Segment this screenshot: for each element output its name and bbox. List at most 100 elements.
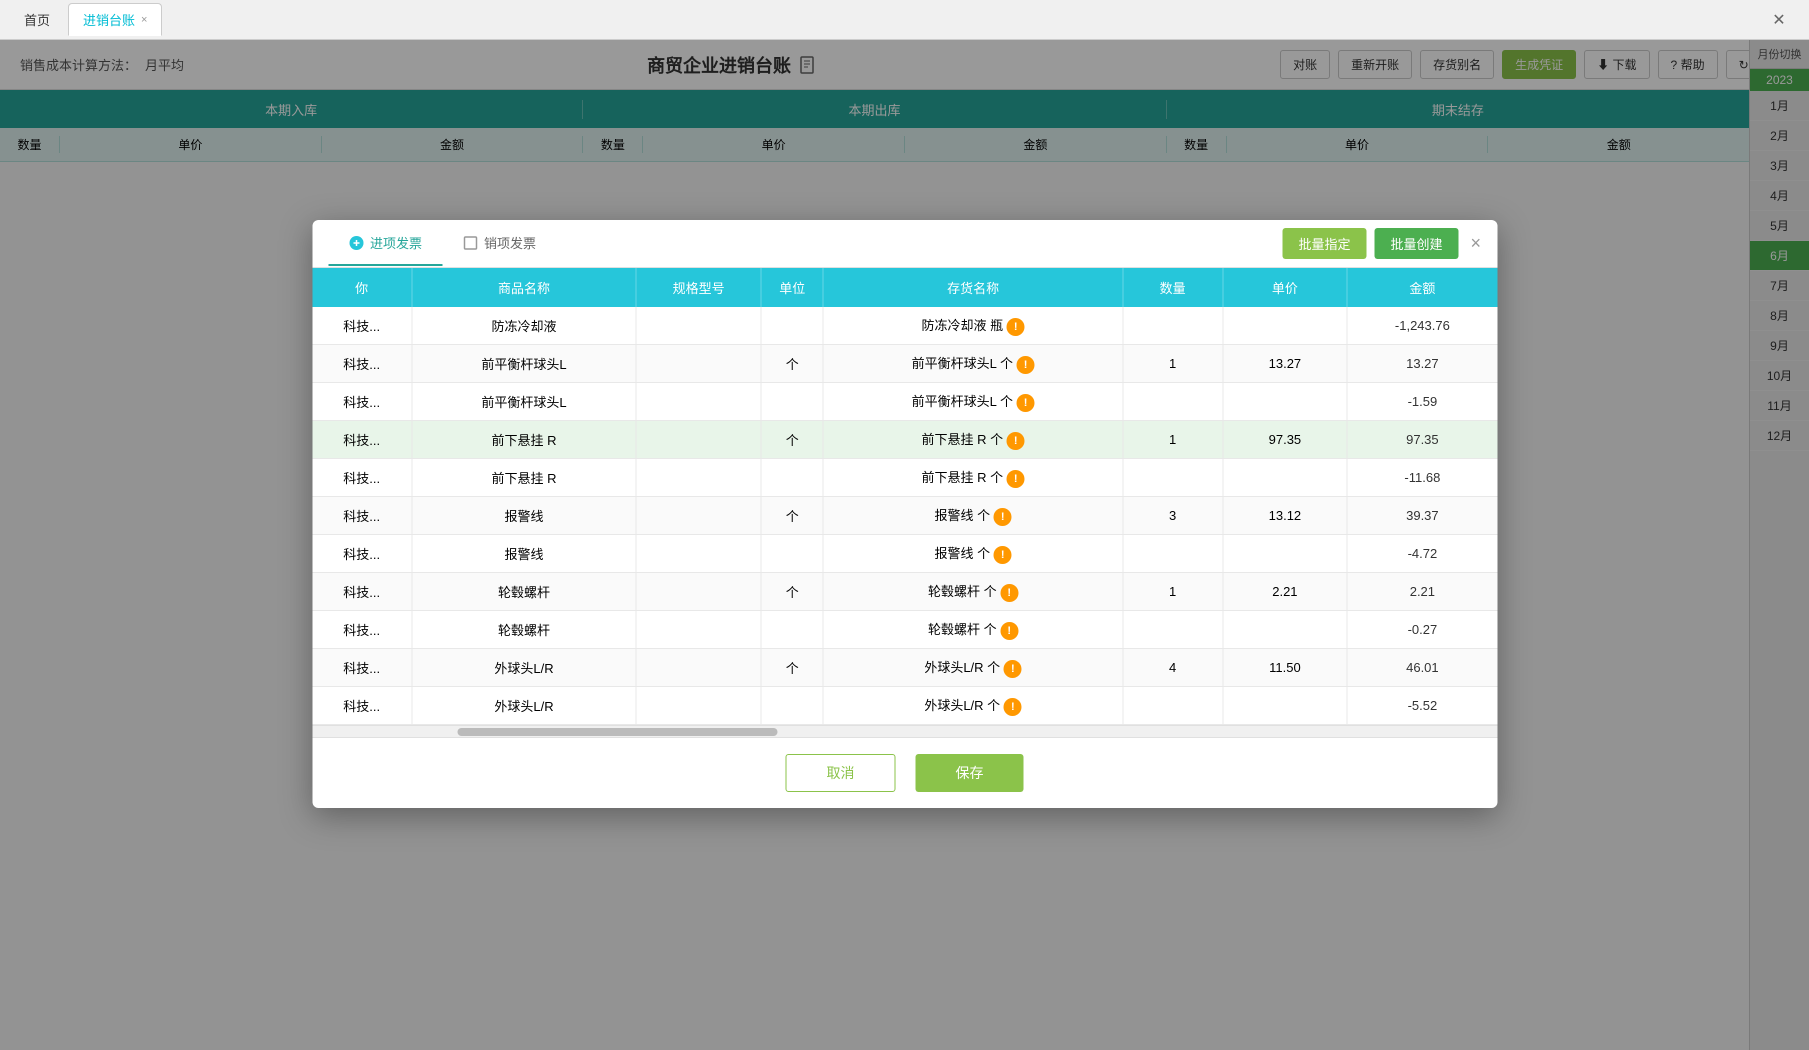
dialog-table-wrap: 你 商品名称 规格型号 单位 存货名称 数量 单价 金额 科技...防冻冷却液防… — [312, 268, 1497, 725]
btn-save[interactable]: 保存 — [916, 754, 1024, 792]
table-cell: 轮毂螺杆 — [412, 611, 637, 649]
tab-outgoing-invoice[interactable]: 销项发票 — [442, 221, 556, 266]
dialog-scrollbar[interactable] — [312, 725, 1497, 737]
main-area: 销售成本计算方法： 月平均 商贸企业进销台账 对账 重新开账 存货别名 生成凭证… — [0, 40, 1809, 1050]
tab-outgoing-label: 销项发票 — [484, 233, 536, 252]
table-cell: 个 — [761, 345, 823, 383]
table-cell — [636, 345, 761, 383]
dialog-table: 你 商品名称 规格型号 单位 存货名称 数量 单价 金额 科技...防冻冷却液防… — [312, 268, 1497, 725]
table-cell — [761, 459, 823, 497]
table-cell — [1223, 535, 1348, 573]
table-cell: 1 — [1123, 345, 1223, 383]
table-cell: -1,243.76 — [1347, 307, 1497, 345]
table-cell — [636, 573, 761, 611]
table-cell: 科技... — [312, 345, 412, 383]
window-close-button[interactable]: ✕ — [1759, 0, 1799, 40]
table-cell: 报警线 个 ! — [823, 497, 1122, 535]
tab-bar: 首页 进销台账 × ✕ — [0, 0, 1809, 40]
warning-icon: ! — [1000, 584, 1018, 602]
table-cell — [636, 649, 761, 687]
th-inventory-name: 存货名称 — [823, 268, 1122, 307]
warning-icon: ! — [1000, 622, 1018, 640]
table-cell — [1223, 383, 1348, 421]
btn-cancel[interactable]: 取消 — [786, 754, 896, 792]
table-cell — [1123, 611, 1223, 649]
table-cell: 13.27 — [1223, 345, 1348, 383]
table-cell — [761, 687, 823, 725]
table-cell: 前下悬挂 R 个 ! — [823, 421, 1122, 459]
table-cell: 轮毂螺杆 个 ! — [823, 573, 1122, 611]
table-cell — [1123, 687, 1223, 725]
table-cell: 防冻冷却液 — [412, 307, 637, 345]
th-unit-price: 单价 — [1223, 268, 1348, 307]
table-row: 科技...外球头L/R个外球头L/R 个 !411.5046.01 — [312, 649, 1497, 687]
table-row: 科技...轮毂螺杆个轮毂螺杆 个 !12.212.21 — [312, 573, 1497, 611]
table-cell — [1223, 307, 1348, 345]
warning-icon: ! — [994, 508, 1012, 526]
table-cell: 39.37 — [1347, 497, 1497, 535]
tab-home[interactable]: 首页 — [10, 4, 64, 35]
table-cell: 科技... — [312, 459, 412, 497]
th-spec: 规格型号 — [636, 268, 761, 307]
table-cell: -1.59 — [1347, 383, 1497, 421]
warning-icon: ! — [1007, 318, 1025, 336]
th-quantity: 数量 — [1123, 268, 1223, 307]
table-row: 科技...轮毂螺杆轮毂螺杆 个 !-0.27 — [312, 611, 1497, 649]
dialog-footer: 取消 保存 — [312, 737, 1497, 808]
dialog-close-button[interactable]: × — [1470, 233, 1481, 254]
table-cell: 科技... — [312, 573, 412, 611]
table-cell: 报警线 — [412, 497, 637, 535]
dialog-header: 进项发票 销项发票 批量指定 批量创建 × — [312, 220, 1497, 268]
table-cell: 前平衡杆球头L 个 ! — [823, 383, 1122, 421]
table-cell: 轮毂螺杆 — [412, 573, 637, 611]
table-cell: 13.12 — [1223, 497, 1348, 535]
dialog-scrollbar-thumb[interactable] — [457, 728, 777, 736]
btn-batch-create[interactable]: 批量创建 — [1374, 228, 1458, 259]
table-cell: 报警线 个 ! — [823, 535, 1122, 573]
table-cell: 科技... — [312, 307, 412, 345]
table-cell — [761, 535, 823, 573]
table-cell — [1123, 307, 1223, 345]
table-cell: 2.21 — [1223, 573, 1348, 611]
table-cell — [636, 687, 761, 725]
incoming-invoice-icon — [348, 235, 364, 251]
table-row: 科技...防冻冷却液防冻冷却液 瓶 !-1,243.76 — [312, 307, 1497, 345]
table-cell — [636, 421, 761, 459]
tab-incoming-invoice[interactable]: 进项发票 — [328, 221, 442, 266]
table-cell: 1 — [1123, 421, 1223, 459]
table-cell: 个 — [761, 573, 823, 611]
tab-incoming-label: 进项发票 — [370, 233, 422, 252]
table-cell: 前平衡杆球头L 个 ! — [823, 345, 1122, 383]
warning-icon: ! — [994, 546, 1012, 564]
table-cell: 个 — [761, 421, 823, 459]
table-cell: 科技... — [312, 535, 412, 573]
table-cell — [1123, 459, 1223, 497]
tab-active-label: 进销台账 — [83, 10, 135, 29]
table-cell: 报警线 — [412, 535, 637, 573]
tab-active[interactable]: 进销台账 × — [68, 3, 162, 36]
table-cell — [636, 383, 761, 421]
table-cell: 1 — [1123, 573, 1223, 611]
outgoing-invoice-icon — [462, 235, 478, 251]
table-cell: 外球头L/R — [412, 649, 637, 687]
table-row: 科技...前下悬挂 R个前下悬挂 R 个 !197.3597.35 — [312, 421, 1497, 459]
dialog-actions: 批量指定 批量创建 — [1282, 228, 1458, 259]
table-cell — [1123, 535, 1223, 573]
table-cell — [1223, 687, 1348, 725]
table-cell: 13.27 — [1347, 345, 1497, 383]
table-cell: 46.01 — [1347, 649, 1497, 687]
dialog-tabs: 进项发票 销项发票 — [328, 221, 556, 266]
table-cell: -0.27 — [1347, 611, 1497, 649]
table-cell: 科技... — [312, 497, 412, 535]
table-row: 科技...前平衡杆球头L个前平衡杆球头L 个 !113.2713.27 — [312, 345, 1497, 383]
tab-close-icon[interactable]: × — [141, 14, 147, 26]
table-cell: -5.52 — [1347, 687, 1497, 725]
btn-batch-assign[interactable]: 批量指定 — [1282, 228, 1366, 259]
table-cell: 前下悬挂 R — [412, 421, 637, 459]
warning-icon: ! — [1007, 432, 1025, 450]
table-row: 科技...前下悬挂 R前下悬挂 R 个 !-11.68 — [312, 459, 1497, 497]
table-row: 科技...前平衡杆球头L前平衡杆球头L 个 !-1.59 — [312, 383, 1497, 421]
table-cell — [636, 611, 761, 649]
warning-icon: ! — [1017, 356, 1035, 374]
table-cell: 科技... — [312, 611, 412, 649]
